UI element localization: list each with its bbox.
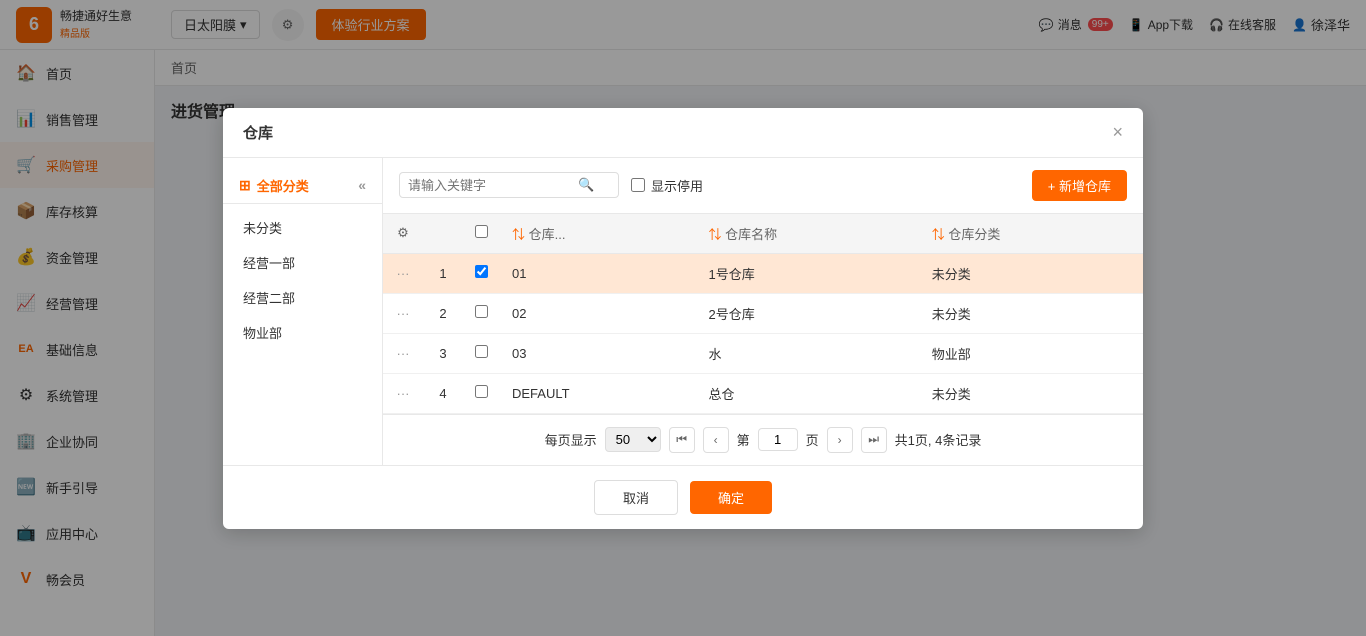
page-label: 第	[737, 430, 750, 449]
modal-table: ⚙ ⇅ 仓库... ⇅	[383, 214, 1143, 414]
th-category: ⇅ 仓库分类	[920, 214, 1143, 254]
row-name: 1号仓库	[697, 253, 920, 293]
row-action[interactable]: ···	[383, 253, 423, 293]
per-page-select[interactable]: 20 50 100	[605, 427, 661, 452]
table-row[interactable]: ··· 2 02 2号仓库 未分类	[383, 293, 1143, 333]
action-dots-icon[interactable]: ···	[397, 386, 410, 401]
row-num: 4	[423, 373, 463, 413]
th-name: ⇅ 仓库名称	[697, 214, 920, 254]
row-code: 02	[500, 293, 697, 333]
row-checkbox[interactable]	[463, 293, 500, 333]
category-item-dept2[interactable]: 经营二部	[223, 280, 382, 315]
row-select-checkbox[interactable]	[475, 265, 488, 278]
search-icon[interactable]: 🔍	[578, 177, 594, 193]
sort-icon: ⇅	[932, 227, 945, 242]
add-warehouse-button[interactable]: + 新增仓库	[1032, 170, 1127, 201]
row-select-checkbox[interactable]	[475, 385, 488, 398]
table-row[interactable]: ··· 4 DEFAULT 总仓 未分类	[383, 373, 1143, 413]
last-page-button[interactable]: ⏭	[861, 427, 887, 453]
row-code: 01	[500, 253, 697, 293]
th-num	[423, 214, 463, 254]
action-dots-icon[interactable]: ···	[397, 346, 410, 361]
search-input-wrap: 🔍	[399, 172, 619, 198]
row-checkbox[interactable]	[463, 373, 500, 413]
modal-search-bar: 🔍 显示停用 + 新增仓库	[383, 158, 1143, 214]
grid-icon: ⊞	[239, 177, 251, 194]
modal-pagination: 每页显示 20 50 100 ⏮ ‹ 第 页 › ⏭ 共1页, 4条记录	[383, 414, 1143, 465]
modal-header: 仓库 ×	[223, 108, 1143, 158]
page-number-input[interactable]	[758, 428, 798, 451]
th-code: ⇅ 仓库...	[500, 214, 697, 254]
row-action[interactable]: ···	[383, 293, 423, 333]
category-all-header[interactable]: ⊞ 全部分类 «	[223, 168, 382, 204]
warehouse-table: ⚙ ⇅ 仓库... ⇅	[383, 214, 1143, 414]
total-info: 共1页, 4条记录	[895, 430, 982, 449]
th-check	[463, 214, 500, 254]
action-dots-icon[interactable]: ···	[397, 266, 410, 281]
cancel-button[interactable]: 取消	[594, 480, 678, 515]
modal-overlay[interactable]: 仓库 × ⊞ 全部分类 « 未分类 经营一部 经营二部 物业部	[0, 0, 1366, 636]
modal-main: 🔍 显示停用 + 新增仓库 ⚙	[383, 158, 1143, 465]
row-category: 未分类	[920, 373, 1143, 413]
table-header-row: ⚙ ⇅ 仓库... ⇅	[383, 214, 1143, 254]
row-category: 未分类	[920, 253, 1143, 293]
show-disabled-label: 显示停用	[651, 176, 703, 195]
show-disabled-wrap: 显示停用	[631, 176, 703, 195]
action-dots-icon[interactable]: ···	[397, 306, 410, 321]
category-item-property[interactable]: 物业部	[223, 315, 382, 350]
th-settings[interactable]: ⚙	[383, 214, 423, 254]
show-disabled-checkbox[interactable]	[631, 178, 645, 192]
table-row[interactable]: ··· 1 01 1号仓库 未分类	[383, 253, 1143, 293]
confirm-button[interactable]: 确定	[690, 481, 772, 514]
sort-icon: ⇅	[709, 227, 722, 242]
row-name: 水	[697, 333, 920, 373]
category-item-uncat[interactable]: 未分类	[223, 210, 382, 245]
select-all-checkbox[interactable]	[475, 225, 488, 238]
prev-page-button[interactable]: ‹	[703, 427, 729, 453]
collapse-icon[interactable]: «	[358, 177, 366, 193]
category-sidebar: ⊞ 全部分类 « 未分类 经营一部 经营二部 物业部	[223, 158, 383, 465]
page-unit: 页	[806, 430, 819, 449]
next-page-button[interactable]: ›	[827, 427, 853, 453]
row-select-checkbox[interactable]	[475, 345, 488, 358]
per-page-label: 每页显示	[545, 430, 597, 449]
warehouse-modal: 仓库 × ⊞ 全部分类 « 未分类 经营一部 经营二部 物业部	[223, 108, 1143, 529]
row-name: 总仓	[697, 373, 920, 413]
modal-footer: 取消 确定	[223, 465, 1143, 529]
row-category: 物业部	[920, 333, 1143, 373]
row-name: 2号仓库	[697, 293, 920, 333]
category-all-label: 全部分类	[257, 176, 309, 195]
row-code: 03	[500, 333, 697, 373]
row-num: 3	[423, 333, 463, 373]
row-select-checkbox[interactable]	[475, 305, 488, 318]
category-item-dept1[interactable]: 经营一部	[223, 245, 382, 280]
row-category: 未分类	[920, 293, 1143, 333]
row-code: DEFAULT	[500, 373, 697, 413]
modal-title: 仓库	[243, 122, 273, 143]
sort-icon: ⇅	[512, 227, 525, 242]
row-num: 2	[423, 293, 463, 333]
first-page-button[interactable]: ⏮	[669, 427, 695, 453]
modal-body: ⊞ 全部分类 « 未分类 经营一部 经营二部 物业部 🔍	[223, 158, 1143, 465]
modal-close-button[interactable]: ×	[1112, 122, 1123, 143]
row-checkbox[interactable]	[463, 333, 500, 373]
row-action[interactable]: ···	[383, 333, 423, 373]
row-checkbox[interactable]	[463, 253, 500, 293]
table-row[interactable]: ··· 3 03 水 物业部	[383, 333, 1143, 373]
search-input[interactable]	[408, 178, 578, 193]
row-action[interactable]: ···	[383, 373, 423, 413]
row-num: 1	[423, 253, 463, 293]
